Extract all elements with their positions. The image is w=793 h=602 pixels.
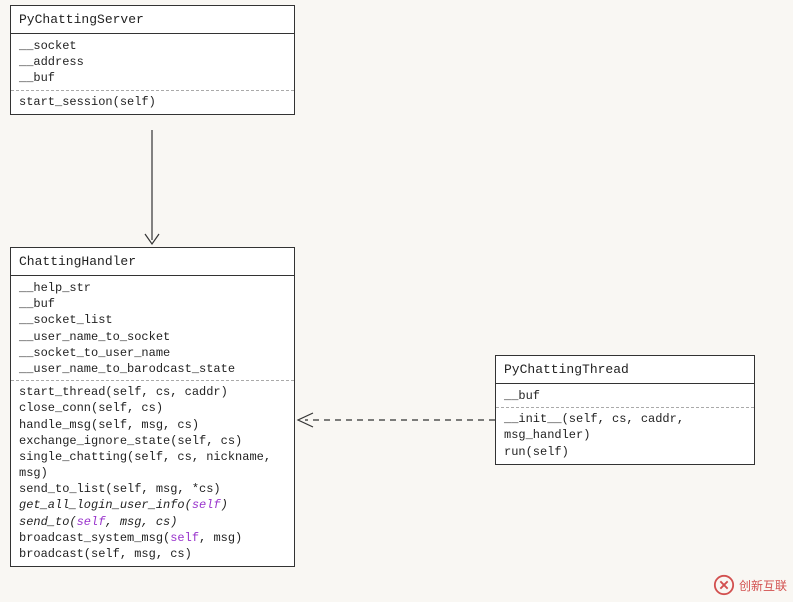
- method: __init__(self, cs, caddr, msg_handler): [504, 411, 746, 443]
- attr: __socket_to_user_name: [19, 345, 286, 361]
- method: close_conn(self, cs): [19, 400, 286, 416]
- attr: __help_str: [19, 280, 286, 296]
- logo-icon: [713, 574, 735, 596]
- class-title: PyChattingThread: [496, 356, 754, 384]
- class-pychattingserver: PyChattingServer __socket __address __bu…: [10, 5, 295, 115]
- class-attrs: __socket __address __buf: [11, 34, 294, 91]
- method: start_session(self): [19, 94, 286, 110]
- method: exchange_ignore_state(self, cs): [19, 433, 286, 449]
- method: run(self): [504, 444, 746, 460]
- class-methods: start_session(self): [11, 91, 294, 114]
- attr: __user_name_to_barodcast_state: [19, 361, 286, 377]
- attr: __socket_list: [19, 312, 286, 328]
- class-title: ChattingHandler: [11, 248, 294, 276]
- watermark: 创新互联: [713, 574, 787, 596]
- class-pychattingthread: PyChattingThread __buf __init__(self, cs…: [495, 355, 755, 465]
- class-attrs: __buf: [496, 384, 754, 408]
- method: broadcast(self, msg, cs): [19, 546, 286, 562]
- attr: __buf: [19, 70, 286, 86]
- method: single_chatting(self, cs, nickname, msg): [19, 449, 286, 481]
- method: handle_msg(self, msg, cs): [19, 417, 286, 433]
- attr: __user_name_to_socket: [19, 329, 286, 345]
- class-attrs: __help_str __buf __socket_list __user_na…: [11, 276, 294, 381]
- class-chattinghandler: ChattingHandler __help_str __buf __socke…: [10, 247, 295, 567]
- attr: __buf: [19, 296, 286, 312]
- class-title: PyChattingServer: [11, 6, 294, 34]
- attr: __buf: [504, 388, 746, 404]
- attr: __address: [19, 54, 286, 70]
- attr: __socket: [19, 38, 286, 54]
- method: get_all_login_user_info(self): [19, 497, 286, 513]
- method: send_to_list(self, msg, *cs): [19, 481, 286, 497]
- watermark-text: 创新互联: [739, 577, 787, 594]
- class-methods: __init__(self, cs, caddr, msg_handler) r…: [496, 408, 754, 464]
- method: send_to(self, msg, cs): [19, 514, 286, 530]
- class-methods: start_thread(self, cs, caddr) close_conn…: [11, 381, 294, 566]
- method: broadcast_system_msg(self, msg): [19, 530, 286, 546]
- method: start_thread(self, cs, caddr): [19, 384, 286, 400]
